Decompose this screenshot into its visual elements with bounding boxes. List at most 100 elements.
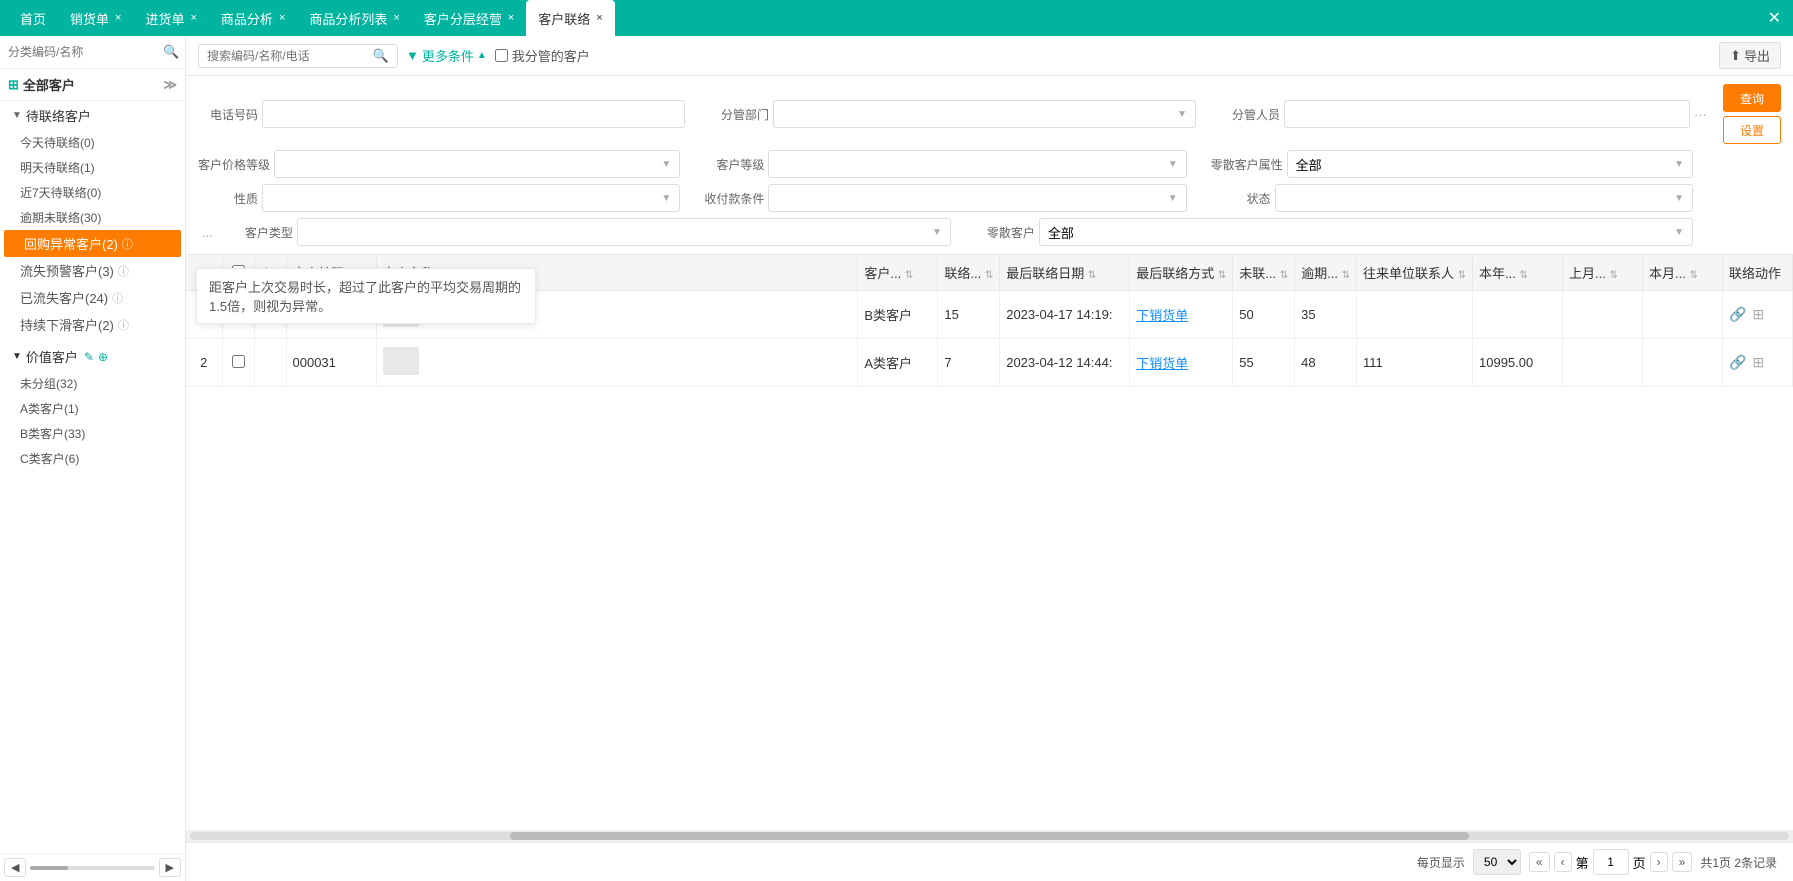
sidebar-item-b-class[interactable]: B类客户(33)	[0, 421, 185, 446]
nav-customer-stratification[interactable]: 客户分层经营 ×	[412, 0, 526, 36]
row2-idx: 2	[186, 339, 222, 387]
pagination-bar: 每页显示 50 « ‹ 第 页 › » 共1页 2条记录	[186, 842, 1793, 881]
filter-btn-area: 查询 设置	[1723, 84, 1781, 144]
filter-dots-cell: ...	[198, 225, 217, 240]
row1-link-icon[interactable]: 🔗	[1729, 306, 1746, 323]
first-page-btn[interactable]: «	[1529, 852, 1550, 872]
dept-chevron-icon: ▼	[1177, 109, 1187, 120]
sort-icon-this-month[interactable]: ⇅	[1689, 270, 1697, 281]
sort-icon-unit[interactable]: ⇅	[1458, 270, 1466, 281]
filter-dept-select[interactable]: ▼	[773, 100, 1196, 128]
next-page-btn[interactable]: ›	[1650, 852, 1668, 872]
sort-icon-overdue[interactable]: ⇅	[1342, 270, 1350, 281]
filter-retail-attr-cell: 零散客户属性 全部 ▼	[1211, 150, 1693, 178]
nav-customer-contact-close[interactable]: ×	[596, 12, 602, 24]
sort-icon-contacts[interactable]: ⇅	[985, 270, 993, 281]
row2-action-icons: 🔗 ⊞	[1729, 354, 1786, 371]
nav-sales-order-close[interactable]: ×	[115, 12, 121, 24]
row2-un-contact: 55	[1233, 339, 1295, 387]
sidebar-item-tomorrow[interactable]: 明天待联络(1)	[0, 155, 185, 180]
filter-search-input[interactable]	[207, 49, 373, 63]
sidebar-item-declining[interactable]: 持续下滑客户(2) ⓘ	[0, 311, 185, 338]
last-page-btn[interactable]: »	[1672, 852, 1693, 872]
nav-product-analysis-list[interactable]: 商品分析列表 ×	[297, 0, 411, 36]
value-customer-header[interactable]: ▼ 价值客户 ✎ ⊕	[0, 342, 185, 371]
nav-customer-stratification-close[interactable]: ×	[508, 12, 514, 24]
row2-last-contact-method: 下销货单	[1130, 339, 1233, 387]
nav-product-analysis[interactable]: 商品分析 ×	[209, 0, 297, 36]
sidebar-item-c-class[interactable]: C类客户(6)	[0, 446, 185, 471]
nav-sales-order[interactable]: 销货单 ×	[58, 0, 133, 36]
sort-icon-method[interactable]: ⇅	[1218, 270, 1226, 281]
sidebar-search-icon[interactable]: 🔍	[163, 44, 179, 60]
filter-status-select[interactable]: ▼	[1275, 184, 1693, 212]
person-more-icon[interactable]: ···	[1694, 107, 1707, 122]
filter-price-level-select[interactable]: ▼	[274, 150, 680, 178]
my-customers-checkbox[interactable]	[495, 49, 508, 62]
filter-search-icon[interactable]: 🔍	[373, 48, 389, 64]
close-all-tabs[interactable]: ✕	[1768, 8, 1781, 28]
sort-icon-date[interactable]: ⇅	[1088, 270, 1096, 281]
row2-grid-icon[interactable]: ⊞	[1752, 354, 1764, 371]
sidebar-item-repurchase-anomaly[interactable]: 回购异常客户(2) ⓘ	[4, 230, 181, 257]
row2-customer-type: A类客户	[858, 339, 938, 387]
filter-customer-level-select[interactable]: ▼	[768, 150, 1186, 178]
sidebar-prev-btn[interactable]: ◀	[4, 858, 26, 877]
row2-checkbox[interactable]	[232, 355, 245, 368]
row1-method-link[interactable]: 下销货单	[1136, 308, 1188, 323]
page-size-select[interactable]: 50	[1473, 849, 1521, 875]
filter-customer-level-cell: 客户等级 ▼	[704, 150, 1186, 178]
page-size-label: 每页显示	[1417, 854, 1465, 871]
sidebar-item-churned[interactable]: 已流失客户(24) ⓘ	[0, 284, 185, 311]
sort-icon-last-month[interactable]: ⇅	[1609, 270, 1617, 281]
nav-purchase-order-close[interactable]: ×	[190, 12, 196, 24]
row2-method-link[interactable]: 下销货单	[1136, 356, 1188, 371]
scrollbar-thumb[interactable]	[510, 832, 1469, 840]
sidebar-item-overdue[interactable]: 逾期未联络(30)	[0, 205, 185, 230]
add-group-icon[interactable]: ⊕	[98, 350, 108, 364]
filter-row-1: 电话号码 分管部门 ▼ 分管人员 ··· 查询 设置	[198, 84, 1781, 144]
pending-contact-header[interactable]: ▼ 待联络客户	[0, 101, 185, 130]
sidebar-next-btn[interactable]: ▶	[159, 858, 181, 877]
col-this-month-header: 本月... ⇅	[1643, 255, 1723, 291]
filter-price-level-cell: 客户价格等级 ▼	[198, 150, 680, 178]
filter-gender-select[interactable]: ▼	[262, 184, 680, 212]
horizontal-scrollbar[interactable]	[186, 830, 1793, 842]
filter-more-btn[interactable]: ▼ 更多条件 ▲	[406, 46, 487, 65]
filter-pay-terms-select[interactable]: ▼	[768, 184, 1186, 212]
filter-phone-input[interactable]	[262, 100, 685, 128]
row1-grid-icon[interactable]: ⊞	[1752, 306, 1764, 323]
filter-retail-select[interactable]: 全部 ▼	[1039, 218, 1693, 246]
sort-icon-un[interactable]: ⇅	[1280, 270, 1288, 281]
set-button[interactable]: 设置	[1723, 116, 1781, 144]
sidebar-search-input[interactable]	[8, 45, 163, 59]
filter-customer-type-select[interactable]: ▼	[297, 218, 951, 246]
sidebar-item-today[interactable]: 今天待联络(0)	[0, 130, 185, 155]
edit-icon[interactable]: ✎	[84, 350, 94, 364]
sidebar-item-a-class[interactable]: A类客户(1)	[0, 396, 185, 421]
nav-customer-contact[interactable]: 客户联络 ×	[526, 0, 614, 36]
chevron-up-icon: ▲	[477, 50, 487, 61]
nav-home[interactable]: 首页	[8, 0, 58, 36]
nav-purchase-order[interactable]: 进货单 ×	[133, 0, 208, 36]
row2-link-icon[interactable]: 🔗	[1729, 354, 1746, 371]
filter-retail-attr-select[interactable]: 全部 ▼	[1287, 150, 1693, 178]
nav-product-analysis-close[interactable]: ×	[279, 12, 285, 24]
all-customers-header[interactable]: ⊞ 全部客户 ≫	[0, 69, 185, 101]
sort-icon-year[interactable]: ⇅	[1519, 270, 1527, 281]
nav-product-analysis-list-close[interactable]: ×	[393, 12, 399, 24]
filter-more-dots[interactable]: ...	[198, 225, 217, 240]
row2-contacts: 7	[938, 339, 1000, 387]
data-table-container: ⚙ 客户编码 ⇅ 客户名称 ⇅ 客户... ⇅	[186, 255, 1793, 830]
sidebar-item-churn-warning[interactable]: 流失预警客户(3) ⓘ	[0, 257, 185, 284]
page-number-input[interactable]	[1593, 849, 1629, 875]
sidebar-item-unclassified[interactable]: 未分组(32)	[0, 371, 185, 396]
prev-page-btn[interactable]: ‹	[1554, 852, 1572, 872]
sort-icon-type[interactable]: ⇅	[905, 270, 913, 281]
query-button[interactable]: 查询	[1723, 84, 1781, 112]
filter-person-input[interactable]	[1284, 100, 1690, 128]
sidebar-collapse-icon[interactable]: ≫	[163, 77, 177, 93]
export-button[interactable]: ⬆ 导出	[1719, 42, 1781, 69]
sidebar-item-7days[interactable]: 近7天待联络(0)	[0, 180, 185, 205]
pending-contact-group: ▼ 待联络客户 今天待联络(0) 明天待联络(1) 近7天待联络(0) 逾期未联…	[0, 101, 185, 230]
